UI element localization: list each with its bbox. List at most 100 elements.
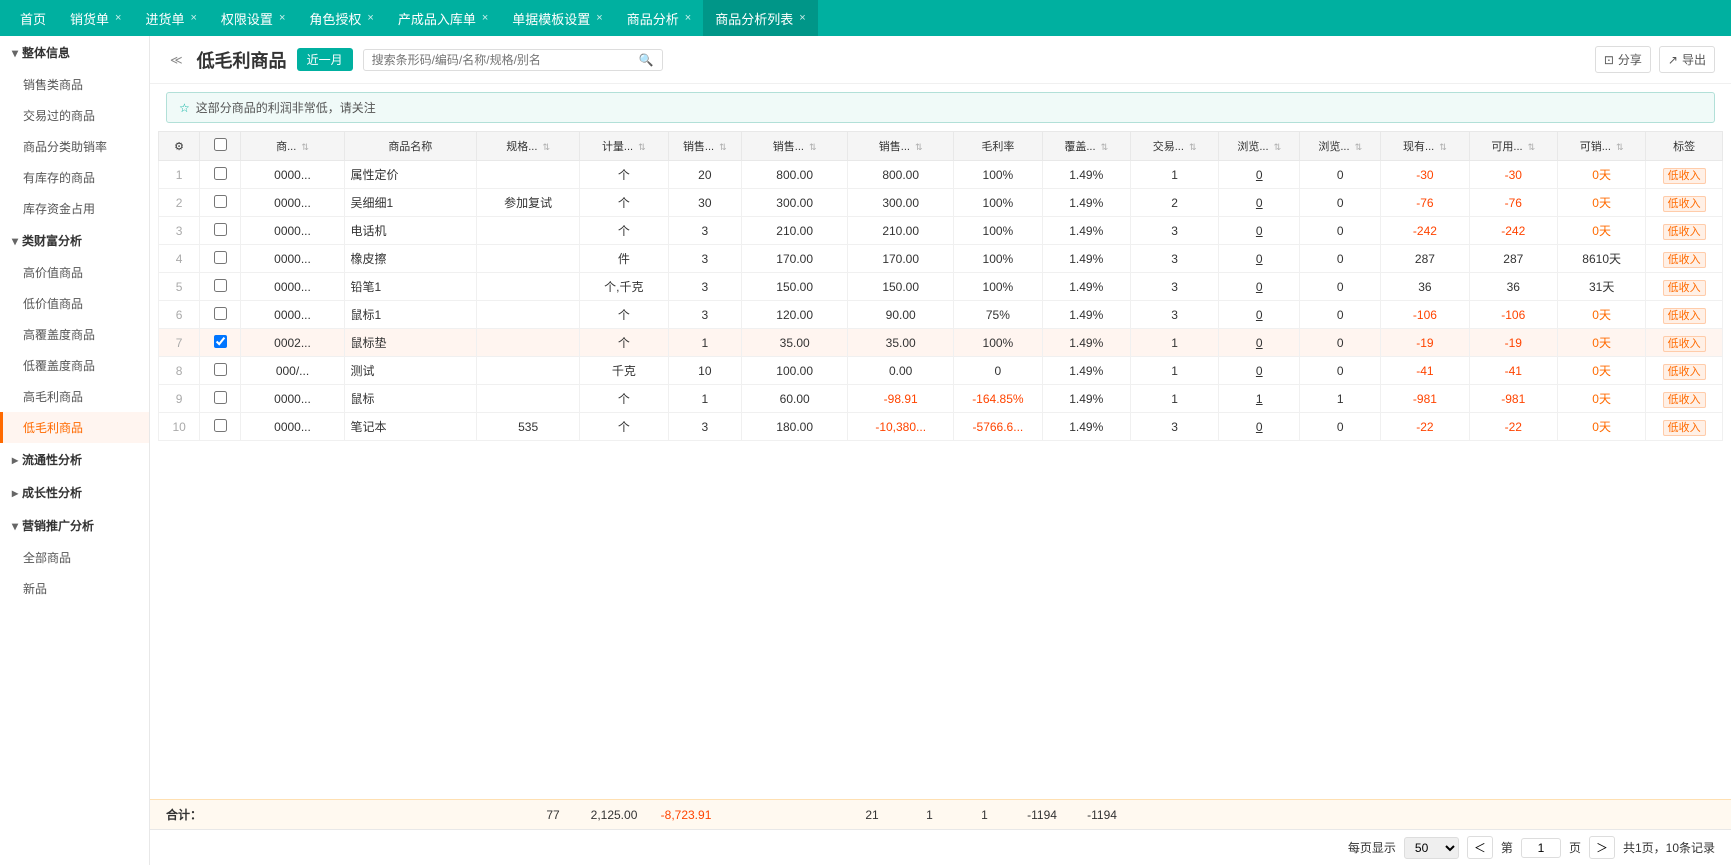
page-number-input[interactable] bbox=[1521, 838, 1561, 858]
col-view1-header[interactable]: 浏览... ⇅ bbox=[1219, 132, 1300, 161]
row-check-2[interactable] bbox=[200, 217, 241, 245]
row-name-3[interactable]: 橡皮擦 bbox=[344, 245, 477, 273]
nav-product-analysis-close[interactable]: × bbox=[685, 12, 691, 24]
row-name-6[interactable]: 鼠标垫 bbox=[344, 329, 477, 357]
row-view1-0[interactable]: 0 bbox=[1219, 161, 1300, 189]
row-view1-4[interactable]: 0 bbox=[1219, 273, 1300, 301]
col-avail-header[interactable]: 可用... ⇅ bbox=[1469, 132, 1557, 161]
export-button[interactable]: ↗ 导出 bbox=[1659, 46, 1715, 73]
col-settings[interactable]: ⚙ bbox=[159, 132, 200, 161]
row-check-9[interactable] bbox=[200, 413, 241, 441]
row-name-8[interactable]: 鼠标 bbox=[344, 385, 477, 413]
page-size-select[interactable]: 50 100 200 bbox=[1404, 837, 1459, 859]
nav-purchase[interactable]: 进货单 × bbox=[133, 0, 208, 36]
col-price-header[interactable]: 销售... ⇅ bbox=[742, 132, 848, 161]
nav-sales-close[interactable]: × bbox=[115, 12, 121, 24]
sidebar-item-category-rate[interactable]: 商品分类助销率 bbox=[0, 131, 149, 162]
row-check-1[interactable] bbox=[200, 189, 241, 217]
nav-roles-close[interactable]: × bbox=[367, 12, 373, 24]
row-name-1[interactable]: 吴细细1 bbox=[344, 189, 477, 217]
share-button[interactable]: ⊡ 分享 bbox=[1595, 46, 1651, 73]
col-gross-header[interactable]: 毛利率 bbox=[954, 132, 1042, 161]
row-checkbox-9[interactable] bbox=[214, 419, 227, 432]
row-view1-3[interactable]: 0 bbox=[1219, 245, 1300, 273]
sidebar-item-high-margin[interactable]: 高毛利商品 bbox=[0, 381, 149, 412]
col-spec-header[interactable]: 规格... ⇅ bbox=[477, 132, 580, 161]
col-trade-header[interactable]: 交易... ⇅ bbox=[1130, 132, 1218, 161]
row-checkbox-8[interactable] bbox=[214, 391, 227, 404]
nav-home[interactable]: 首页 bbox=[8, 0, 58, 36]
row-view1-8[interactable]: 1 bbox=[1219, 385, 1300, 413]
row-view1-2[interactable]: 0 bbox=[1219, 217, 1300, 245]
nav-permissions[interactable]: 权限设置 × bbox=[209, 0, 297, 36]
row-checkbox-1[interactable] bbox=[214, 195, 227, 208]
row-checkbox-3[interactable] bbox=[214, 251, 227, 264]
sidebar-item-new-goods[interactable]: 新品 bbox=[0, 573, 149, 604]
row-check-7[interactable] bbox=[200, 357, 241, 385]
nav-product-analysis-list[interactable]: 商品分析列表 × bbox=[703, 0, 817, 36]
row-name-9[interactable]: 笔记本 bbox=[344, 413, 477, 441]
prev-page-button[interactable]: ＜ bbox=[1467, 836, 1493, 859]
row-checkbox-4[interactable] bbox=[214, 279, 227, 292]
sidebar-item-high-value[interactable]: 高价值商品 bbox=[0, 257, 149, 288]
row-view1-7[interactable]: 0 bbox=[1219, 357, 1300, 385]
row-name-2[interactable]: 电话机 bbox=[344, 217, 477, 245]
search-input[interactable] bbox=[372, 53, 635, 67]
col-stock-header[interactable]: 现有... ⇅ bbox=[1381, 132, 1469, 161]
col-amount-header[interactable]: 销售... ⇅ bbox=[848, 132, 954, 161]
sidebar-collapse-btn[interactable]: ≪ bbox=[166, 53, 187, 67]
col-checkbox[interactable] bbox=[200, 132, 241, 161]
col-saledays-header[interactable]: 可销... ⇅ bbox=[1557, 132, 1645, 161]
row-check-5[interactable] bbox=[200, 301, 241, 329]
sidebar-group-growth[interactable]: ▸ 成长性分析 bbox=[0, 476, 149, 509]
row-check-4[interactable] bbox=[200, 273, 241, 301]
select-all-checkbox[interactable] bbox=[214, 138, 227, 151]
row-name-4[interactable]: 铅笔1 bbox=[344, 273, 477, 301]
next-page-button[interactable]: ＞ bbox=[1589, 836, 1615, 859]
row-view1-6[interactable]: 0 bbox=[1219, 329, 1300, 357]
row-view1-1[interactable]: 0 bbox=[1219, 189, 1300, 217]
row-checkbox-7[interactable] bbox=[214, 363, 227, 376]
row-checkbox-5[interactable] bbox=[214, 307, 227, 320]
nav-roles[interactable]: 角色授权 × bbox=[297, 0, 385, 36]
col-code-header[interactable]: 商... ⇅ bbox=[241, 132, 344, 161]
sidebar-item-sales-goods[interactable]: 销售类商品 bbox=[0, 69, 149, 100]
sidebar-item-low-value[interactable]: 低价值商品 bbox=[0, 288, 149, 319]
row-name-7[interactable]: 测试 bbox=[344, 357, 477, 385]
row-check-0[interactable] bbox=[200, 161, 241, 189]
row-checkbox-0[interactable] bbox=[214, 167, 227, 180]
col-tag-header[interactable]: 标签 bbox=[1646, 132, 1723, 161]
sidebar-item-low-margin[interactable]: 低毛利商品 bbox=[0, 412, 149, 443]
row-name-5[interactable]: 鼠标1 bbox=[344, 301, 477, 329]
nav-product-analysis-list-close[interactable]: × bbox=[799, 12, 805, 24]
sidebar-item-all-goods[interactable]: 全部商品 bbox=[0, 542, 149, 573]
nav-product-entry[interactable]: 产成品入库单 × bbox=[386, 0, 500, 36]
row-view1-9[interactable]: 0 bbox=[1219, 413, 1300, 441]
row-checkbox-2[interactable] bbox=[214, 223, 227, 236]
nav-product-analysis[interactable]: 商品分析 × bbox=[615, 0, 703, 36]
sidebar-item-high-coverage[interactable]: 高覆盖度商品 bbox=[0, 319, 149, 350]
sidebar-group-overview[interactable]: ▾ 整体信息 bbox=[0, 36, 149, 69]
sidebar-item-traded-goods[interactable]: 交易过的商品 bbox=[0, 100, 149, 131]
col-qty-header[interactable]: 销售... ⇅ bbox=[668, 132, 742, 161]
row-check-6[interactable] bbox=[200, 329, 241, 357]
nav-template[interactable]: 单据模板设置 × bbox=[500, 0, 614, 36]
sidebar-group-marketing[interactable]: ▾ 营销推广分析 bbox=[0, 509, 149, 542]
row-check-3[interactable] bbox=[200, 245, 241, 273]
col-cover-header[interactable]: 覆盖... ⇅ bbox=[1042, 132, 1130, 161]
search-box[interactable]: 🔍 bbox=[363, 49, 663, 71]
sidebar-group-wealth[interactable]: ▾ 类财富分析 bbox=[0, 224, 149, 257]
col-unit-header[interactable]: 计量... ⇅ bbox=[580, 132, 668, 161]
sidebar-item-capital-usage[interactable]: 库存资金占用 bbox=[0, 193, 149, 224]
nav-purchase-close[interactable]: × bbox=[190, 12, 196, 24]
filter-period-button[interactable]: 近一月 bbox=[297, 48, 353, 71]
row-check-8[interactable] bbox=[200, 385, 241, 413]
sidebar-item-low-coverage[interactable]: 低覆盖度商品 bbox=[0, 350, 149, 381]
sidebar-group-circulation[interactable]: ▸ 流通性分析 bbox=[0, 443, 149, 476]
nav-sales[interactable]: 销货单 × bbox=[58, 0, 133, 36]
nav-product-entry-close[interactable]: × bbox=[482, 12, 488, 24]
nav-permissions-close[interactable]: × bbox=[279, 12, 285, 24]
sidebar-item-stocked-goods[interactable]: 有库存的商品 bbox=[0, 162, 149, 193]
col-view2-header[interactable]: 浏览... ⇅ bbox=[1300, 132, 1381, 161]
nav-template-close[interactable]: × bbox=[596, 12, 602, 24]
